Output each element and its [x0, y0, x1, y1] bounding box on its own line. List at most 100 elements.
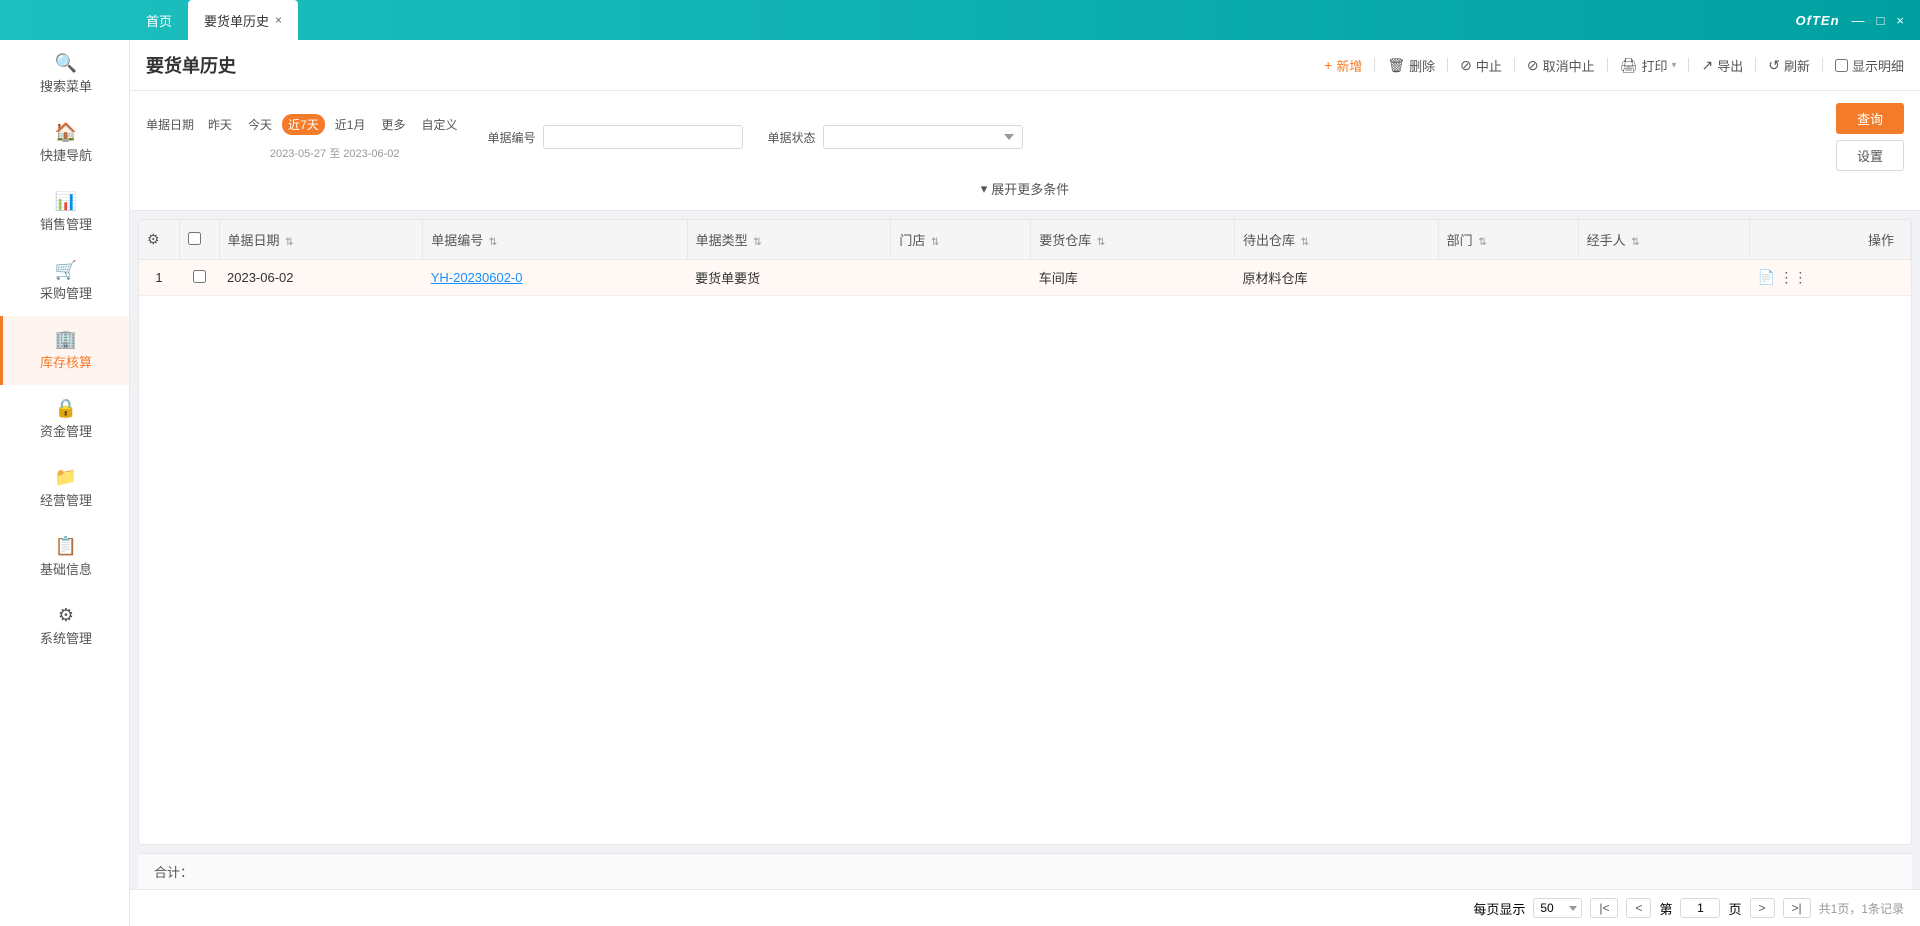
last-page-button[interactable]: >| — [1783, 898, 1811, 918]
row-more-icon[interactable]: ⋮⋮ — [1779, 269, 1807, 286]
first-page-button[interactable]: |< — [1590, 898, 1618, 918]
query-button[interactable]: 查询 — [1836, 103, 1904, 134]
new-button[interactable]: + 新增 — [1324, 56, 1362, 75]
base-info-icon: 📋 — [55, 537, 77, 555]
sep3 — [1514, 58, 1515, 72]
prev-page-button[interactable]: < — [1626, 898, 1651, 918]
settings-button[interactable]: 设置 — [1836, 140, 1904, 171]
delete-label: 删除 — [1409, 56, 1435, 75]
window-minimize[interactable]: — — [1852, 13, 1865, 28]
system-icon: ⚙ — [58, 606, 74, 624]
sidebar-item-operations[interactable]: 📁 经营管理 — [0, 454, 129, 523]
sidebar-item-search-menu[interactable]: 🔍 搜索菜单 — [0, 40, 129, 109]
date-btn-1month[interactable]: 近1月 — [329, 114, 372, 135]
col-pending-warehouse-label: 待出仓库 — [1243, 233, 1295, 248]
col-department-sort-icon[interactable]: ⇅ — [1478, 237, 1486, 248]
sidebar-item-sales[interactable]: 📊 销售管理 — [0, 178, 129, 247]
col-order-type-label: 单据类型 — [696, 233, 748, 248]
column-settings-icon[interactable]: ⚙ — [147, 231, 160, 247]
print-icon: 🖨 — [1620, 57, 1638, 74]
date-label: 单据日期 — [146, 116, 194, 133]
show-detail-checkbox[interactable] — [1835, 59, 1848, 72]
sidebar-item-system[interactable]: ⚙ 系统管理 — [0, 592, 129, 661]
order-no-input[interactable] — [543, 125, 743, 149]
col-pending-warehouse-sort-icon[interactable]: ⇅ — [1301, 237, 1309, 248]
delete-button[interactable]: 🗑 删除 — [1387, 56, 1435, 75]
show-detail-label: 显示明细 — [1852, 56, 1904, 75]
export-label: 导出 — [1717, 56, 1743, 75]
row-department — [1438, 260, 1578, 296]
stop-icon: ⊘ — [1460, 57, 1472, 74]
date-btn-yesterday[interactable]: 昨天 — [202, 114, 238, 135]
sep5 — [1688, 58, 1689, 72]
page-number-input[interactable] — [1680, 898, 1720, 918]
next-page-button[interactable]: > — [1750, 898, 1775, 918]
row-order-no[interactable]: YH-20230602-0 — [423, 260, 687, 296]
sidebar-item-inventory[interactable]: 🏢 库存核算 — [0, 316, 129, 385]
tab-close-icon[interactable]: × — [275, 13, 282, 27]
col-req-warehouse-label: 要货仓库 — [1039, 233, 1091, 248]
refresh-icon: ↺ — [1768, 57, 1780, 74]
show-detail-button[interactable]: 显示明细 — [1835, 56, 1904, 75]
row-date: 2023-06-02 — [219, 260, 423, 296]
col-handler-sort-icon[interactable]: ⇅ — [1631, 237, 1639, 248]
col-order-type: 单据类型 ⇅ — [687, 220, 891, 260]
col-department: 部门 ⇅ — [1438, 220, 1578, 260]
sidebar-item-quick-nav[interactable]: 🏠 快捷导航 — [0, 109, 129, 178]
date-btn-more[interactable]: 更多 — [375, 114, 411, 135]
sidebar: 🔍 搜索菜单 🏠 快捷导航 📊 销售管理 🛒 采购管理 🏢 库存核算 🔒 资金管… — [0, 40, 130, 926]
col-handler: 经手人 ⇅ — [1578, 220, 1750, 260]
col-order-no-sort-icon[interactable]: ⇅ — [489, 237, 497, 248]
row-operations: 📄 ⋮⋮ — [1750, 260, 1911, 296]
sep6 — [1755, 58, 1756, 72]
select-all-checkbox[interactable] — [188, 232, 201, 245]
col-date-sort-icon[interactable]: ⇅ — [285, 237, 293, 248]
sidebar-item-finance[interactable]: 🔒 资金管理 — [0, 385, 129, 454]
stop-button[interactable]: ⊘ 中止 — [1460, 56, 1502, 75]
row-store — [891, 260, 1031, 296]
order-status-select[interactable] — [823, 125, 1023, 149]
page-size-select[interactable]: 50 10 20 100 — [1533, 898, 1582, 918]
date-btn-today[interactable]: 今天 — [242, 114, 278, 135]
content-area: 要货单历史 + 新增 🗑 删除 ⊘ 中止 ⊘ — [130, 40, 1920, 926]
window-close[interactable]: × — [1896, 13, 1904, 28]
expand-more[interactable]: ▾ 展开更多条件 — [146, 179, 1904, 198]
col-date: 单据日期 ⇅ — [219, 220, 423, 260]
col-order-type-sort-icon[interactable]: ⇅ — [753, 237, 761, 248]
print-button[interactable]: 🖨 打印 ▾ — [1620, 56, 1677, 75]
row-edit-icon[interactable]: 📄 — [1758, 269, 1775, 286]
col-store-sort-icon[interactable]: ⇅ — [931, 237, 939, 248]
cancel-stop-icon: ⊘ — [1527, 57, 1539, 74]
window-maximize[interactable]: □ — [1877, 13, 1885, 28]
sidebar-label-base-info: 基础信息 — [40, 559, 92, 578]
col-pending-warehouse: 待出仓库 ⇅ — [1234, 220, 1438, 260]
sidebar-label-search-menu: 搜索菜单 — [40, 76, 92, 95]
purchase-icon: 🛒 — [55, 261, 77, 279]
sidebar-label-sales: 销售管理 — [40, 214, 92, 233]
sidebar-item-purchase[interactable]: 🛒 采购管理 — [0, 247, 129, 316]
page-unit: 页 — [1728, 899, 1741, 918]
col-checkbox — [179, 220, 219, 260]
refresh-label: 刷新 — [1784, 56, 1810, 75]
toolbar: + 新增 🗑 删除 ⊘ 中止 ⊘ 取消中止 — [1324, 56, 1904, 87]
export-button[interactable]: ↗ 导出 — [1701, 56, 1743, 75]
sales-icon: 📊 — [55, 192, 77, 210]
sidebar-item-base-info[interactable]: 📋 基础信息 — [0, 523, 129, 592]
col-order-no-label: 单据编号 — [431, 233, 483, 248]
date-btn-custom[interactable]: 自定义 — [415, 114, 463, 135]
sep2 — [1447, 58, 1448, 72]
col-req-warehouse-sort-icon[interactable]: ⇅ — [1097, 237, 1105, 248]
new-label: 新增 — [1336, 56, 1362, 75]
sep4 — [1607, 58, 1608, 72]
sidebar-label-purchase: 采购管理 — [40, 283, 92, 302]
tab-home-label: 首页 — [146, 11, 172, 30]
tab-order-history[interactable]: 要货单历史 × — [188, 0, 298, 40]
cancel-stop-button[interactable]: ⊘ 取消中止 — [1527, 56, 1595, 75]
tab-home[interactable]: 首页 — [130, 0, 188, 40]
row-checkbox[interactable] — [193, 270, 206, 283]
search-buttons: 查询 设置 — [1836, 103, 1904, 171]
refresh-button[interactable]: ↺ 刷新 — [1768, 56, 1810, 75]
row-req-warehouse: 车间库 — [1031, 260, 1235, 296]
date-btn-7days[interactable]: 近7天 — [282, 114, 325, 135]
order-no-filter: 单据编号 — [487, 125, 743, 149]
